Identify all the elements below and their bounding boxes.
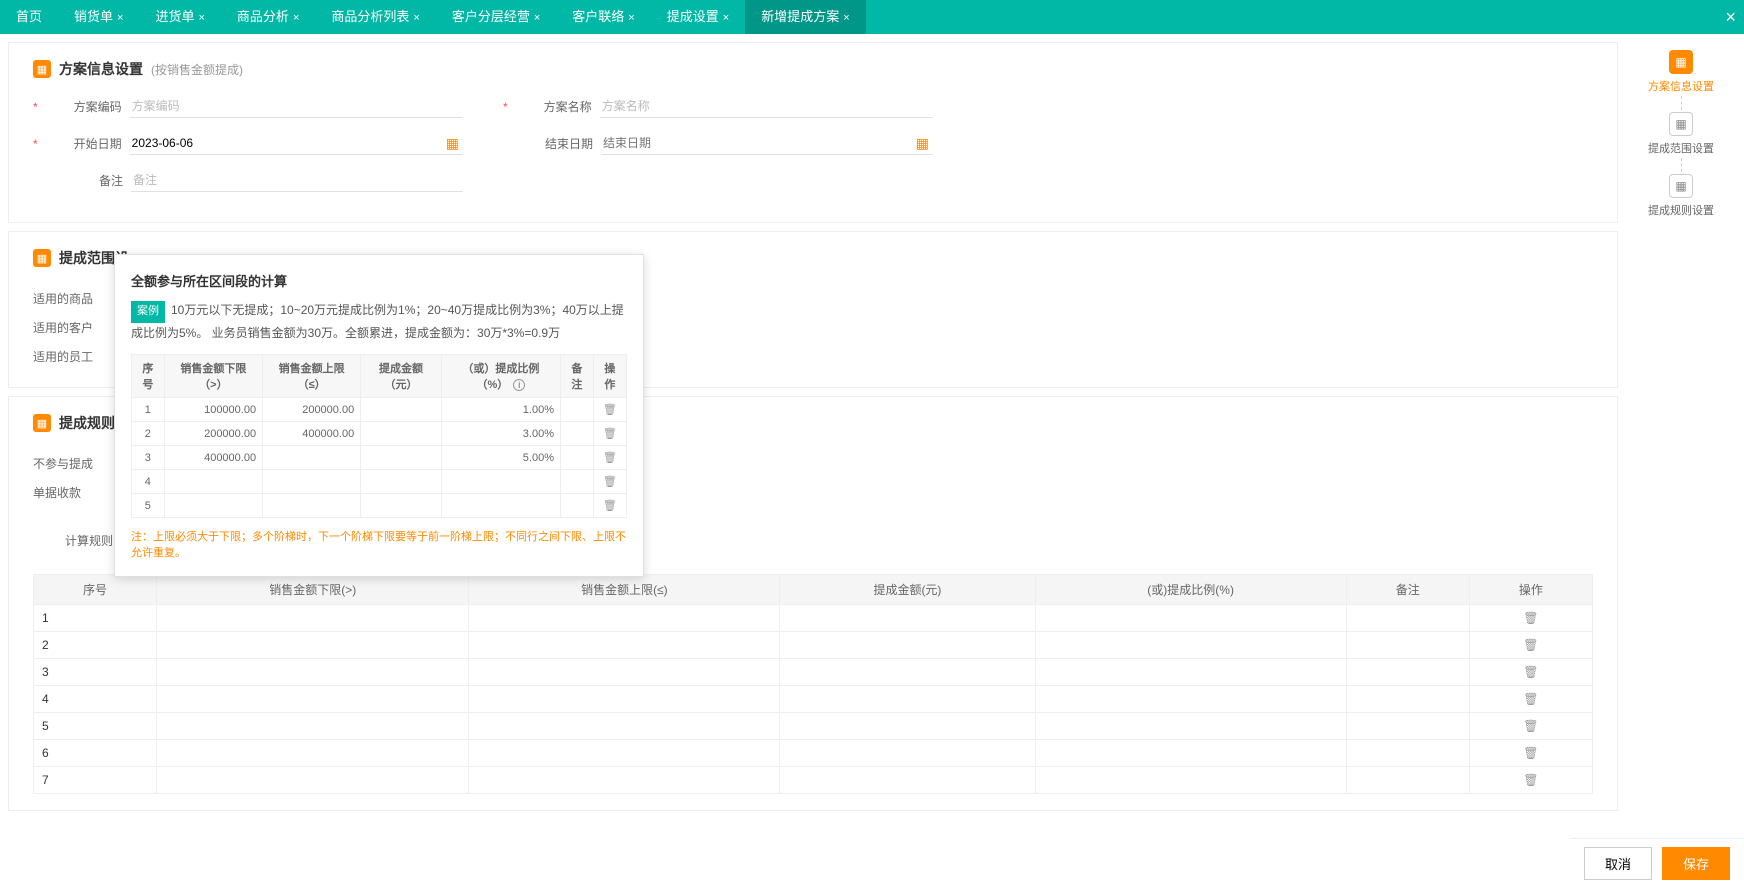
delete-icon[interactable]: 🗑: [1523, 665, 1538, 679]
example-tooltip: 全额参与所在区间段的计算 案例10万元以下无提成；10~20万元提成比例为1%；…: [114, 254, 644, 577]
table-row: 3400000.005.00%🗑: [132, 446, 627, 470]
delete-icon[interactable]: 🗑: [603, 500, 617, 512]
tab-4[interactable]: 商品分析列表×: [315, 0, 435, 34]
close-all-tabs[interactable]: ×: [1725, 7, 1736, 28]
col-header: 序号: [34, 575, 157, 605]
delete-icon[interactable]: 🗑: [1523, 638, 1538, 652]
step-0[interactable]: ▦ 方案信息设置: [1626, 50, 1736, 94]
col-header: (或)提成比例(%): [1035, 575, 1346, 605]
step-nav: ▦ 方案信息设置 ▦ 提成范围设置 ▦ 提成规则设置: [1626, 42, 1736, 819]
delete-icon[interactable]: 🗑: [1523, 746, 1538, 760]
tab-2[interactable]: 进货单×: [139, 0, 220, 34]
tab-6[interactable]: 客户联络×: [556, 0, 650, 34]
delete-icon[interactable]: 🗑: [1523, 611, 1538, 625]
col-header: 备注: [1346, 575, 1469, 605]
tooltip-title: 全额参与所在区间段的计算: [131, 271, 627, 290]
col-header: 销售金额下限(>): [157, 575, 469, 605]
table-row: 4🗑: [34, 686, 1593, 713]
tab-bar: 首页销货单×进货单×商品分析×商品分析列表×客户分层经营×客户联络×提成设置×新…: [0, 0, 1744, 34]
tab-5[interactable]: 客户分层经营×: [436, 0, 556, 34]
table-row: 1100000.00200000.001.00%🗑: [132, 398, 627, 422]
field-plan-code: *方案编码: [33, 95, 463, 118]
tooltip-note: 注：上限必须大于下限；多个阶梯时，下一个阶梯下限要等于前一阶梯上限；不同行之间下…: [131, 528, 627, 560]
tab-7[interactable]: 提成设置×: [651, 0, 745, 34]
cancel-button[interactable]: 取消: [1584, 847, 1652, 880]
step-icon: ▦: [1669, 50, 1693, 74]
table-row: 5🗑: [132, 494, 627, 518]
delete-icon[interactable]: 🗑: [1523, 692, 1538, 706]
delete-icon[interactable]: 🗑: [603, 404, 617, 416]
tab-close-icon[interactable]: ×: [413, 12, 419, 24]
col-header: 提成金额(元): [780, 575, 1035, 605]
calendar-icon[interactable]: ▦: [916, 135, 929, 152]
delete-icon[interactable]: 🗑: [603, 428, 617, 440]
col-header: 操作: [1469, 575, 1592, 605]
tooltip-body: 案例10万元以下无提成；10~20万元提成比例为1%；20~40万提成比例为3%…: [131, 300, 627, 344]
col-header: 备注: [561, 355, 594, 398]
tab-close-icon[interactable]: ×: [628, 12, 634, 24]
tab-close-icon[interactable]: ×: [198, 12, 204, 24]
col-header: 序号: [132, 355, 165, 398]
tab-close-icon[interactable]: ×: [293, 12, 299, 24]
tab-0[interactable]: 首页: [0, 0, 58, 34]
col-header: 提成金额（元）: [361, 355, 442, 398]
table-row: 5🗑: [34, 713, 1593, 740]
tab-close-icon[interactable]: ×: [723, 12, 729, 24]
step-label: 提成范围设置: [1648, 140, 1714, 156]
panel-icon: ▦: [33, 249, 51, 267]
delete-icon[interactable]: 🗑: [603, 452, 617, 464]
field-end-date: 结束日期 ▦: [503, 132, 933, 155]
save-button[interactable]: 保存: [1662, 847, 1730, 880]
step-icon: ▦: [1669, 174, 1693, 198]
delete-icon[interactable]: 🗑: [1523, 719, 1538, 733]
table-row: 1🗑: [34, 605, 1593, 632]
field-remark: 备注: [33, 169, 463, 192]
step-2[interactable]: ▦ 提成规则设置: [1626, 174, 1736, 218]
tab-close-icon[interactable]: ×: [117, 12, 123, 24]
col-header: 销售金额上限(≤): [469, 575, 780, 605]
step-icon: ▦: [1669, 112, 1693, 136]
col-header: 销售金额下限（>）: [164, 355, 262, 398]
tab-3[interactable]: 商品分析×: [221, 0, 315, 34]
start-date-input[interactable]: [130, 132, 446, 154]
step-label: 提成规则设置: [1648, 202, 1714, 218]
tab-close-icon[interactable]: ×: [534, 12, 540, 24]
table-row: 6🗑: [34, 740, 1593, 767]
table-row: 2200000.00400000.003.00%🗑: [132, 422, 627, 446]
calendar-icon[interactable]: ▦: [446, 135, 459, 152]
table-row: 4🗑: [132, 470, 627, 494]
end-date-input[interactable]: [601, 132, 916, 154]
panel-title: 方案信息设置: [59, 59, 143, 79]
table-row: 3🗑: [34, 659, 1593, 686]
panel-subtitle: (按销售金额提成): [151, 61, 243, 78]
panel-icon: ▦: [33, 60, 51, 78]
example-tag: 案例: [131, 301, 165, 323]
field-plan-name: *方案名称: [503, 95, 933, 118]
col-header: 操作: [593, 355, 626, 398]
table-row: 2🗑: [34, 632, 1593, 659]
plan-code-input[interactable]: [130, 95, 463, 118]
plan-name-input[interactable]: [600, 95, 933, 118]
delete-icon[interactable]: 🗑: [1523, 773, 1538, 787]
col-header: （或）提成比例（%） i: [441, 355, 560, 398]
remark-input[interactable]: [131, 169, 463, 192]
step-1[interactable]: ▦ 提成范围设置: [1626, 112, 1736, 156]
step-label: 方案信息设置: [1648, 78, 1714, 94]
panel-plan-info: ▦ 方案信息设置 (按销售金额提成) *方案编码 *方案名称 *开始日期 ▦: [8, 42, 1618, 223]
tab-8[interactable]: 新增提成方案×: [745, 0, 865, 34]
field-start-date: *开始日期 ▦: [33, 132, 463, 155]
tab-1[interactable]: 销货单×: [58, 0, 139, 34]
delete-icon[interactable]: 🗑: [603, 476, 617, 488]
info-icon[interactable]: i: [513, 379, 525, 391]
tab-close-icon[interactable]: ×: [843, 12, 849, 24]
tooltip-table: 序号销售金额下限（>）销售金额上限（≤）提成金额（元）（或）提成比例（%） i备…: [131, 354, 627, 518]
tier-table: 序号销售金额下限(>)销售金额上限(≤)提成金额(元)(或)提成比例(%)备注操…: [33, 574, 1593, 794]
panel-icon: ▦: [33, 414, 51, 432]
table-row: 7🗑: [34, 767, 1593, 794]
footer-actions: 取消 保存: [1570, 838, 1744, 888]
col-header: 销售金额上限（≤）: [263, 355, 361, 398]
